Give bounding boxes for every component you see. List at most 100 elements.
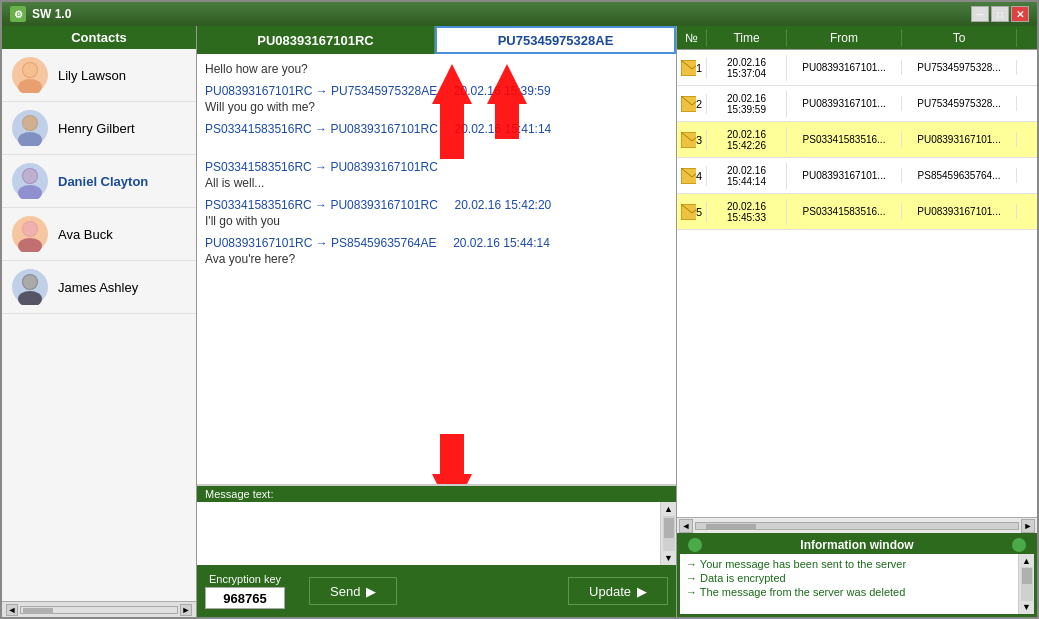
send-button[interactable]: Send ▶: [309, 577, 397, 605]
maximize-button[interactable]: □: [991, 6, 1009, 22]
scroll-right-btn[interactable]: ►: [180, 604, 192, 616]
enc-key-label: Encryption key: [209, 573, 281, 585]
info-line-3: → The message from the server was delete…: [686, 586, 1014, 598]
contact-item-active[interactable]: Daniel Clayton: [2, 155, 196, 208]
svg-marker-17: [432, 434, 472, 484]
avatar: [12, 57, 48, 93]
envelope-icon: [681, 204, 696, 220]
contact-name: Daniel Clayton: [58, 174, 148, 189]
table-row[interactable]: 2 20.02.1615:39:59 PU08393167101... PU75…: [677, 86, 1037, 122]
envelope-icon: [681, 168, 696, 184]
input-row: ▲ ▼: [197, 502, 676, 565]
scroll-down-btn[interactable]: ▼: [664, 553, 673, 563]
scroll-left-btn[interactable]: ◄: [679, 519, 693, 533]
svg-point-4: [18, 132, 42, 146]
table-row[interactable]: 5 20.02.1615:45:33 PS03341583516... PU08…: [677, 194, 1037, 230]
table-row[interactable]: 1 20.02.1615:37:04 PU08393167101... PU75…: [677, 50, 1037, 86]
info-dot-left: [688, 538, 702, 552]
chat-area: PU08393167101RC PU75345975328AE Hello ho…: [197, 26, 677, 617]
table-row[interactable]: 3 20.02.1615:42:26 PS03341583516... PU08…: [677, 122, 1037, 158]
message-text: Ava you're here?: [205, 252, 668, 266]
send-label: Send: [330, 584, 360, 599]
chat-footer: Encryption key 968765 Send ▶ Update ▶: [197, 565, 676, 617]
minimize-button[interactable]: ─: [971, 6, 989, 22]
info-window-content: → Your message has been sent to the serv…: [680, 554, 1034, 614]
sidebar: Contacts Lily Lawson Henry Gilbert: [2, 26, 197, 617]
cell-to: PS85459635764...: [902, 168, 1017, 183]
update-button[interactable]: Update ▶: [568, 577, 668, 605]
app-icon: ⚙: [10, 6, 26, 22]
col-header-from: From: [787, 29, 902, 47]
message-input-container: Message text: ▲ ▼: [197, 485, 676, 565]
info-scroll-thumb[interactable]: [1022, 568, 1032, 584]
message-text: I'll go with you: [205, 214, 668, 228]
update-icon: ▶: [637, 584, 647, 599]
main-window: ⚙ SW 1.0 ─ □ ✕ Contacts Lily Lawson: [0, 0, 1039, 619]
sidebar-scrollbar[interactable]: ◄ ►: [2, 601, 196, 617]
chat-to-id: PU75345975328AE: [435, 26, 676, 54]
svg-point-10: [18, 238, 42, 252]
chat-header: PU08393167101RC PU75345975328AE: [197, 26, 676, 54]
message-text: All is well...: [205, 176, 668, 190]
cell-num: 3: [677, 130, 707, 150]
message-route: PU08393167101RC → PU75345975328AE 20.02.…: [205, 84, 668, 98]
scroll-up-btn[interactable]: ▲: [664, 504, 673, 514]
cell-to: PU08393167101...: [902, 204, 1017, 219]
cell-time: 20.02.1615:37:04: [707, 55, 787, 81]
cell-from: PU08393167101...: [787, 168, 902, 183]
contact-item[interactable]: Henry Gilbert: [2, 102, 196, 155]
col-header-num: №: [677, 29, 707, 47]
svg-point-7: [18, 185, 42, 199]
cell-num: 1: [677, 58, 707, 78]
info-scroll-down[interactable]: ▼: [1022, 602, 1031, 612]
info-line-1: → Your message has been sent to the serv…: [686, 558, 1014, 570]
scroll-left-btn[interactable]: ◄: [6, 604, 18, 616]
contact-item[interactable]: Lily Lawson: [2, 49, 196, 102]
scroll-track: [695, 522, 1019, 530]
info-line-2: → Data is encrypted: [686, 572, 1014, 584]
sidebar-header: Contacts: [2, 26, 196, 49]
scroll-thumb[interactable]: [706, 524, 756, 530]
send-icon: ▶: [366, 584, 376, 599]
cell-num: 5: [677, 202, 707, 222]
window-controls: ─ □ ✕: [971, 6, 1029, 22]
envelope-icon: [681, 60, 696, 76]
contact-name: Henry Gilbert: [58, 121, 135, 136]
cell-num: 2: [677, 94, 707, 114]
info-dot-right: [1012, 538, 1026, 552]
envelope-icon: [681, 132, 696, 148]
message-input-label: Message text:: [197, 486, 676, 502]
svg-point-5: [23, 116, 37, 130]
textarea-scrollbar: ▲ ▼: [660, 502, 676, 565]
message-textarea[interactable]: [197, 502, 660, 565]
window-title: SW 1.0: [32, 7, 971, 21]
enc-key-input[interactable]: 968765: [205, 587, 285, 609]
cell-num: 4: [677, 166, 707, 186]
avatar: [12, 110, 48, 146]
scroll-thumb[interactable]: [23, 608, 53, 614]
scroll-thumb[interactable]: [664, 518, 674, 538]
scroll-right-btn[interactable]: ►: [1021, 519, 1035, 533]
table-empty: [677, 284, 1037, 518]
svg-point-1: [18, 79, 42, 93]
cell-from: PU08393167101...: [787, 96, 902, 111]
chat-from-id: PU08393167101RC: [197, 26, 435, 54]
table-horizontal-scrollbar: ◄ ►: [677, 517, 1037, 533]
info-scroll-up[interactable]: ▲: [1022, 556, 1031, 566]
cell-to: PU75345975328...: [902, 96, 1017, 111]
cell-to: PU75345975328...: [902, 60, 1017, 75]
contact-item[interactable]: Ava Buck: [2, 208, 196, 261]
contact-item[interactable]: James Ashley: [2, 261, 196, 314]
cell-from: PS03341583516...: [787, 132, 902, 147]
message-route: PS03341583516RC → PU08393167101RC 20.02.…: [205, 198, 668, 212]
table-body: 1 20.02.1615:37:04 PU08393167101... PU75…: [677, 50, 1037, 284]
message-route: PS03341583516RC → PU08393167101RC 20.02.…: [205, 122, 668, 136]
table-row[interactable]: 4 20.02.1615:44:14 PU08393167101... PS85…: [677, 158, 1037, 194]
info-window: Information window → Your message has be…: [677, 533, 1037, 617]
svg-point-14: [23, 275, 37, 289]
col-header-time: Time: [707, 29, 787, 47]
cell-time: 20.02.1615:45:33: [707, 199, 787, 225]
contact-name: Lily Lawson: [58, 68, 126, 83]
cell-from: PS03341583516...: [787, 204, 902, 219]
close-button[interactable]: ✕: [1011, 6, 1029, 22]
